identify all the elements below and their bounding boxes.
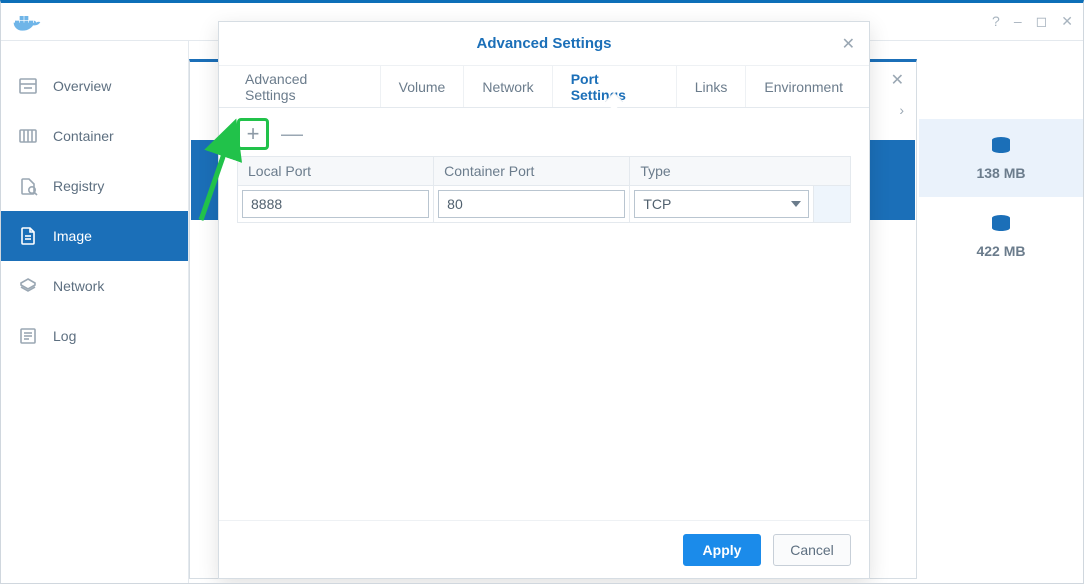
sidebar-item-label: Overview bbox=[53, 78, 111, 94]
type-select[interactable] bbox=[634, 190, 809, 218]
maximize-icon[interactable]: ◻ bbox=[1036, 13, 1048, 30]
sidebar-item-container[interactable]: Container bbox=[1, 111, 188, 161]
apply-button[interactable]: Apply bbox=[683, 534, 761, 566]
docker-app-window: ? – ◻ ✕ Overview Container Registry Imag… bbox=[0, 0, 1084, 584]
local-port-input[interactable] bbox=[242, 190, 429, 218]
help-icon[interactable]: ? bbox=[992, 13, 1000, 30]
container-icon bbox=[17, 125, 39, 147]
tab-advanced-settings[interactable]: Advanced Settings bbox=[227, 66, 381, 107]
tab-port-settings[interactable]: Port Settings bbox=[553, 66, 677, 107]
close-window-icon[interactable]: ✕ bbox=[1061, 13, 1073, 30]
minimize-icon[interactable]: – bbox=[1014, 13, 1022, 30]
background-chevron-icon[interactable]: › bbox=[899, 102, 904, 118]
dialog-tabs: Advanced Settings Volume Network Port Se… bbox=[219, 66, 869, 108]
dialog-title: Advanced Settings bbox=[476, 35, 611, 52]
image-icon bbox=[17, 225, 39, 247]
dialog-footer: Apply Cancel bbox=[219, 520, 869, 578]
image-size: 422 MB bbox=[976, 243, 1025, 259]
advanced-settings-dialog: Advanced Settings ✕ Advanced Settings Vo… bbox=[218, 21, 870, 579]
database-icon bbox=[989, 214, 1013, 239]
tab-network[interactable]: Network bbox=[464, 66, 552, 107]
sidebar-item-label: Network bbox=[53, 278, 104, 294]
background-close-icon[interactable]: ✕ bbox=[891, 70, 904, 90]
cancel-button[interactable]: Cancel bbox=[773, 534, 851, 566]
tab-volume[interactable]: Volume bbox=[381, 66, 465, 107]
sidebar: Overview Container Registry Image Networ… bbox=[1, 41, 189, 583]
tab-links[interactable]: Links bbox=[677, 66, 747, 107]
container-port-input[interactable] bbox=[438, 190, 625, 218]
image-size: 138 MB bbox=[976, 165, 1025, 181]
sidebar-item-label: Log bbox=[53, 328, 76, 344]
col-type[interactable]: Type bbox=[630, 157, 851, 186]
sidebar-item-log[interactable]: Log bbox=[1, 311, 188, 361]
window-controls: ? – ◻ ✕ bbox=[992, 13, 1073, 30]
row-gutter bbox=[814, 186, 851, 223]
port-toolbar: + — bbox=[237, 118, 851, 150]
sidebar-item-label: Registry bbox=[53, 178, 104, 194]
network-icon bbox=[17, 275, 39, 297]
image-size-cards: 138 MB 422 MB bbox=[919, 119, 1083, 275]
registry-icon bbox=[17, 175, 39, 197]
sidebar-item-registry[interactable]: Registry bbox=[1, 161, 188, 211]
port-table: Local Port Container Port Type bbox=[237, 156, 851, 223]
minus-icon: — bbox=[281, 121, 303, 146]
image-card[interactable]: 138 MB bbox=[919, 119, 1083, 197]
overview-icon bbox=[17, 75, 39, 97]
sidebar-item-label: Image bbox=[53, 228, 92, 244]
col-container-port[interactable]: Container Port bbox=[434, 157, 630, 186]
image-card[interactable]: 422 MB bbox=[919, 197, 1083, 275]
port-row bbox=[238, 186, 851, 223]
type-select-value[interactable] bbox=[634, 190, 809, 218]
port-table-header: Local Port Container Port Type bbox=[238, 157, 851, 186]
sidebar-item-overview[interactable]: Overview bbox=[1, 61, 188, 111]
add-port-button[interactable]: + bbox=[237, 118, 269, 150]
dialog-body: + — Local Port Container Port Type bbox=[219, 108, 869, 520]
sidebar-item-label: Container bbox=[53, 128, 114, 144]
plus-icon: + bbox=[247, 123, 260, 145]
sidebar-item-network[interactable]: Network bbox=[1, 261, 188, 311]
log-icon bbox=[17, 325, 39, 347]
docker-logo-icon bbox=[11, 11, 43, 33]
dialog-close-icon[interactable]: ✕ bbox=[842, 34, 855, 54]
dialog-header: Advanced Settings ✕ bbox=[219, 22, 869, 66]
chevron-down-icon bbox=[791, 201, 801, 207]
col-local-port[interactable]: Local Port bbox=[238, 157, 434, 186]
remove-port-button[interactable]: — bbox=[281, 123, 303, 145]
sidebar-item-image[interactable]: Image bbox=[1, 211, 188, 261]
tab-environment[interactable]: Environment bbox=[746, 66, 861, 107]
database-icon bbox=[989, 136, 1013, 161]
